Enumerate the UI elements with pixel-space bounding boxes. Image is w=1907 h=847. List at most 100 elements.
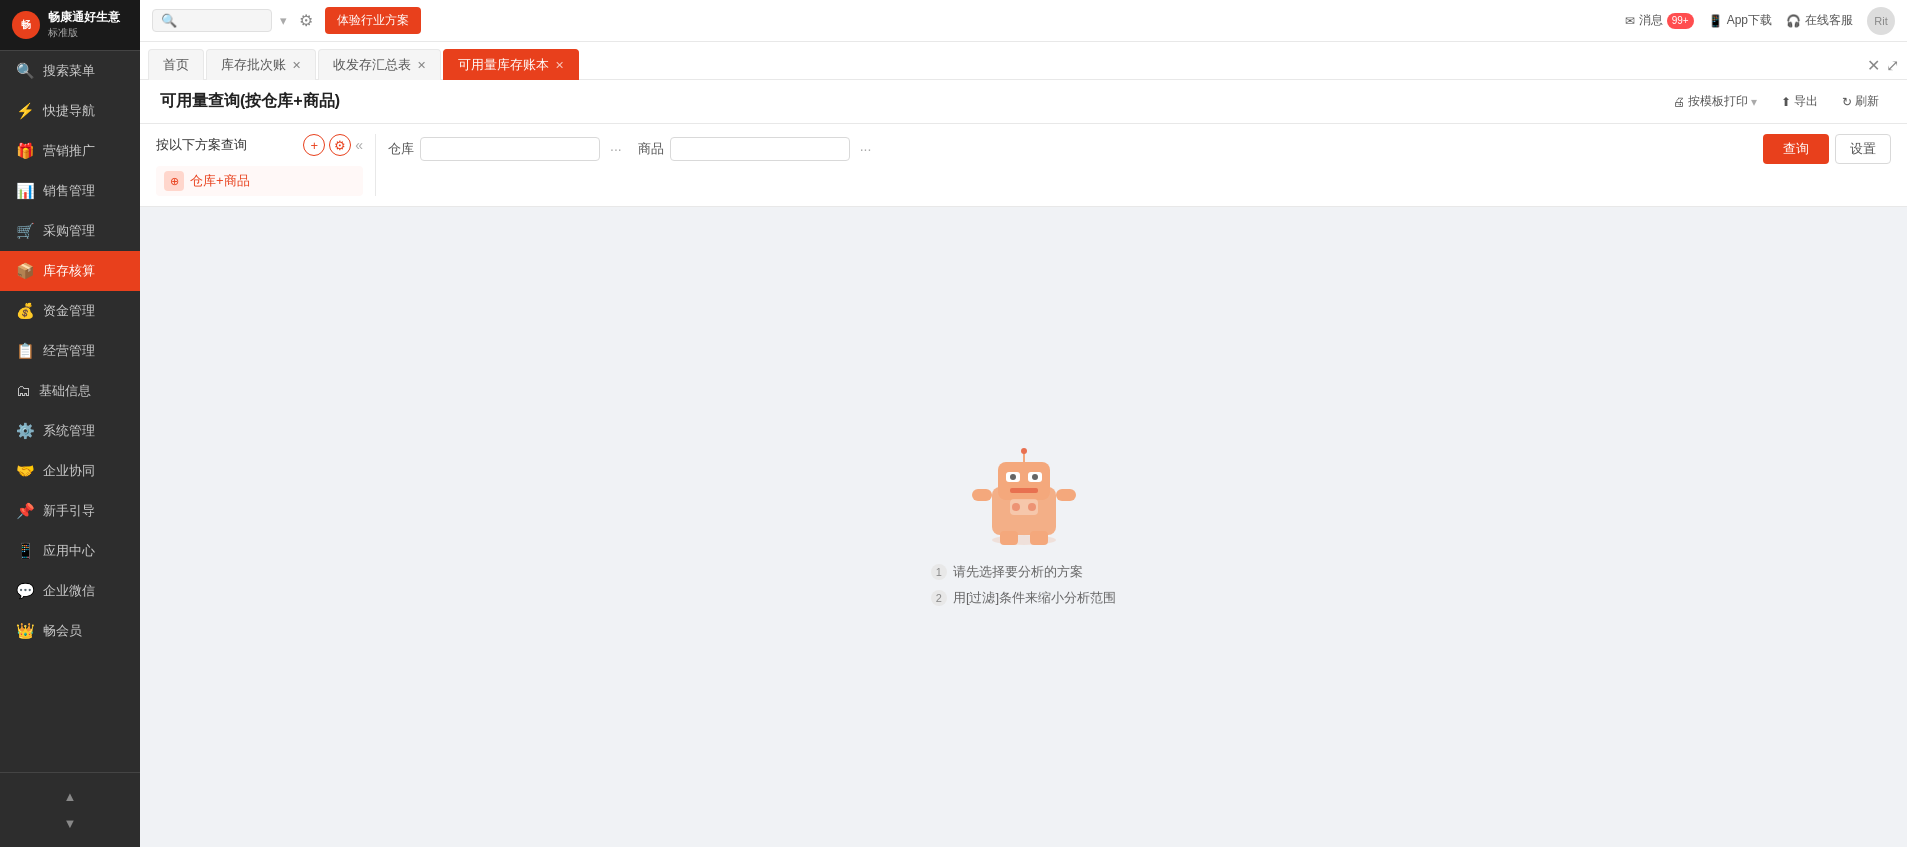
- sidebar-icon-finance: 💰: [16, 302, 35, 320]
- tab-home[interactable]: 首页: [148, 49, 204, 80]
- empty-tip-2: 2 用[过滤]条件来缩小分析范围: [931, 589, 1116, 607]
- message-label: 消息: [1639, 12, 1663, 29]
- tab-receipt-summary[interactable]: 收发存汇总表✕: [318, 49, 441, 80]
- export-icon: ⬆: [1781, 95, 1791, 109]
- settings-button[interactable]: 设置: [1835, 134, 1891, 164]
- sidebar-item-search[interactable]: 🔍 搜索菜单: [0, 51, 140, 91]
- app-download-button[interactable]: 📱 App下载: [1708, 12, 1772, 29]
- refresh-icon: ↻: [1842, 95, 1852, 109]
- sidebar-icon-operation: 📋: [16, 342, 35, 360]
- sidebar-item-finance[interactable]: 💰 资金管理: [0, 291, 140, 331]
- sidebar-app-subtitle: 标准版: [48, 26, 120, 40]
- topbar-gear-icon[interactable]: ⚙: [295, 7, 317, 34]
- topbar-dropdown-icon[interactable]: ▾: [280, 13, 287, 28]
- sidebar-item-purchase[interactable]: 🛒 采购管理: [0, 211, 140, 251]
- app-label: App下载: [1727, 12, 1772, 29]
- sidebar-icon-marketing: 🎁: [16, 142, 35, 160]
- collapse-icon[interactable]: «: [355, 137, 363, 153]
- page-content: 可用量查询(按仓库+商品) 🖨 按模板打印 ▾ ⬆ 导出 ↻ 刷新: [140, 80, 1907, 847]
- empty-state: 1 请先选择要分析的方案 2 用[过滤]条件来缩小分析范围: [140, 207, 1907, 847]
- sidebar-item-wechat[interactable]: 💬 企业微信: [0, 571, 140, 611]
- tip-text-1: 请先选择要分析的方案: [953, 563, 1083, 581]
- sidebar-scroll-down[interactable]: ▼: [0, 810, 140, 837]
- tab-label-home: 首页: [163, 56, 189, 74]
- topbar-search-box[interactable]: 🔍: [152, 9, 272, 32]
- maximize-button[interactable]: ⤢: [1886, 56, 1899, 75]
- topbar-search-input[interactable]: [181, 14, 261, 28]
- service-icon: 🎧: [1786, 14, 1801, 28]
- sidebar-label-member: 畅会员: [43, 622, 82, 640]
- svg-rect-13: [1030, 531, 1048, 545]
- svg-rect-2: [998, 462, 1050, 500]
- message-badge: 99+: [1667, 13, 1694, 29]
- svg-point-5: [1010, 474, 1016, 480]
- sidebar-item-operation[interactable]: 📋 经营管理: [0, 331, 140, 371]
- industry-solution-button[interactable]: 体验行业方案: [325, 7, 421, 34]
- sidebar-scroll-up[interactable]: ▲: [0, 783, 140, 810]
- main-content: 🔍 ▾ ⚙ 体验行业方案 ✉ 消息 99+ 📱 App下载 🎧 在线客服 Ri: [140, 0, 1907, 847]
- goods-input[interactable]: [670, 137, 850, 161]
- add-scheme-button[interactable]: +: [303, 134, 325, 156]
- sidebar-label-sales: 销售管理: [43, 182, 95, 200]
- filter-actions: 查询 设置: [1763, 134, 1891, 164]
- query-filter-panel: 仓库 ··· 商品 ··· 查询 设置: [388, 134, 1891, 196]
- edit-scheme-button[interactable]: ⚙: [329, 134, 351, 156]
- query-button[interactable]: 查询: [1763, 134, 1829, 164]
- sidebar-logo: 畅: [12, 11, 40, 39]
- sidebar-icon-enterprise: 🤝: [16, 462, 35, 480]
- scheme-item-warehouse-goods[interactable]: ⊕ 仓库+商品: [156, 166, 363, 196]
- sidebar-nav: 🔍 搜索菜单 ⚡ 快捷导航 🎁 营销推广 📊 销售管理 🛒 采购管理 📦 库存核…: [0, 51, 140, 772]
- sidebar-label-quick-nav: 快捷导航: [43, 102, 95, 120]
- tabs-bar: 首页库存批次账✕收发存汇总表✕可用量库存账本✕ ✕ ⤢: [140, 42, 1907, 80]
- scheme-item-label: 仓库+商品: [190, 172, 250, 190]
- sidebar-icon-wechat: 💬: [16, 582, 35, 600]
- empty-tips: 1 请先选择要分析的方案 2 用[过滤]条件来缩小分析范围: [931, 563, 1116, 607]
- tab-close-available-ledger[interactable]: ✕: [555, 59, 564, 72]
- sidebar-item-newbie[interactable]: 📌 新手引导: [0, 491, 140, 531]
- sidebar-item-marketing[interactable]: 🎁 营销推广: [0, 131, 140, 171]
- export-button[interactable]: ⬆ 导出: [1773, 90, 1826, 113]
- sidebar-icon-newbie: 📌: [16, 502, 35, 520]
- sidebar-item-member[interactable]: 👑 畅会员: [0, 611, 140, 651]
- sidebar-label-wechat: 企业微信: [43, 582, 95, 600]
- tab-batch-account[interactable]: 库存批次账 ✕: [206, 49, 316, 80]
- message-icon: ✉: [1625, 14, 1635, 28]
- sidebar-item-appstore[interactable]: 📱 应用中心: [0, 531, 140, 571]
- tip-num-1: 1: [931, 564, 947, 580]
- print-dropdown-icon[interactable]: ▾: [1751, 95, 1757, 109]
- sidebar-item-quick-nav[interactable]: ⚡ 快捷导航: [0, 91, 140, 131]
- page-title: 可用量查询(按仓库+商品): [160, 91, 340, 112]
- sidebar-item-system[interactable]: ⚙️ 系统管理: [0, 411, 140, 451]
- refresh-button[interactable]: ↻ 刷新: [1834, 90, 1887, 113]
- print-button[interactable]: 🖨 按模板打印 ▾: [1665, 90, 1765, 113]
- warehouse-input[interactable]: [420, 137, 600, 161]
- warehouse-more-icon[interactable]: ···: [606, 141, 626, 157]
- tab-close-batch-account[interactable]: ✕: [292, 59, 301, 72]
- sidebar-item-inventory[interactable]: 📦 库存核算: [0, 251, 140, 291]
- sidebar-label-operation: 经营管理: [43, 342, 95, 360]
- sidebar-label-system: 系统管理: [43, 422, 95, 440]
- topbar-right: ✉ 消息 99+ 📱 App下载 🎧 在线客服 Rit: [1625, 7, 1895, 35]
- user-avatar[interactable]: Rit: [1867, 7, 1895, 35]
- goods-more-icon[interactable]: ···: [856, 141, 876, 157]
- query-scheme-panel: 按以下方案查询 + ⚙ « ⊕ 仓库+商品: [156, 134, 376, 196]
- sidebar-icon-appstore: 📱: [16, 542, 35, 560]
- sidebar-header: 畅 畅康通好生意 标准版: [0, 0, 140, 51]
- sidebar-icon-member: 👑: [16, 622, 35, 640]
- tab-available-ledger[interactable]: 可用量库存账本✕: [443, 49, 579, 80]
- warehouse-filter: 仓库 ···: [388, 137, 626, 161]
- tab-close-receipt-summary[interactable]: ✕: [417, 59, 426, 72]
- online-service-button[interactable]: 🎧 在线客服: [1786, 12, 1853, 29]
- sidebar-item-basic[interactable]: 🗂 基础信息: [0, 371, 140, 411]
- sidebar-item-enterprise[interactable]: 🤝 企业协同: [0, 451, 140, 491]
- close-tab-button[interactable]: ✕: [1867, 56, 1880, 75]
- message-button[interactable]: ✉ 消息 99+: [1625, 12, 1694, 29]
- svg-point-9: [1021, 448, 1027, 454]
- avatar: Rit: [1867, 7, 1895, 35]
- tab-label-batch-account: 库存批次账: [221, 56, 286, 74]
- app-icon: 📱: [1708, 14, 1723, 28]
- sidebar-item-sales[interactable]: 📊 销售管理: [0, 171, 140, 211]
- page-header: 可用量查询(按仓库+商品) 🖨 按模板打印 ▾ ⬆ 导出 ↻ 刷新: [140, 80, 1907, 124]
- sidebar-label-appstore: 应用中心: [43, 542, 95, 560]
- query-panel: 按以下方案查询 + ⚙ « ⊕ 仓库+商品 仓库: [140, 124, 1907, 207]
